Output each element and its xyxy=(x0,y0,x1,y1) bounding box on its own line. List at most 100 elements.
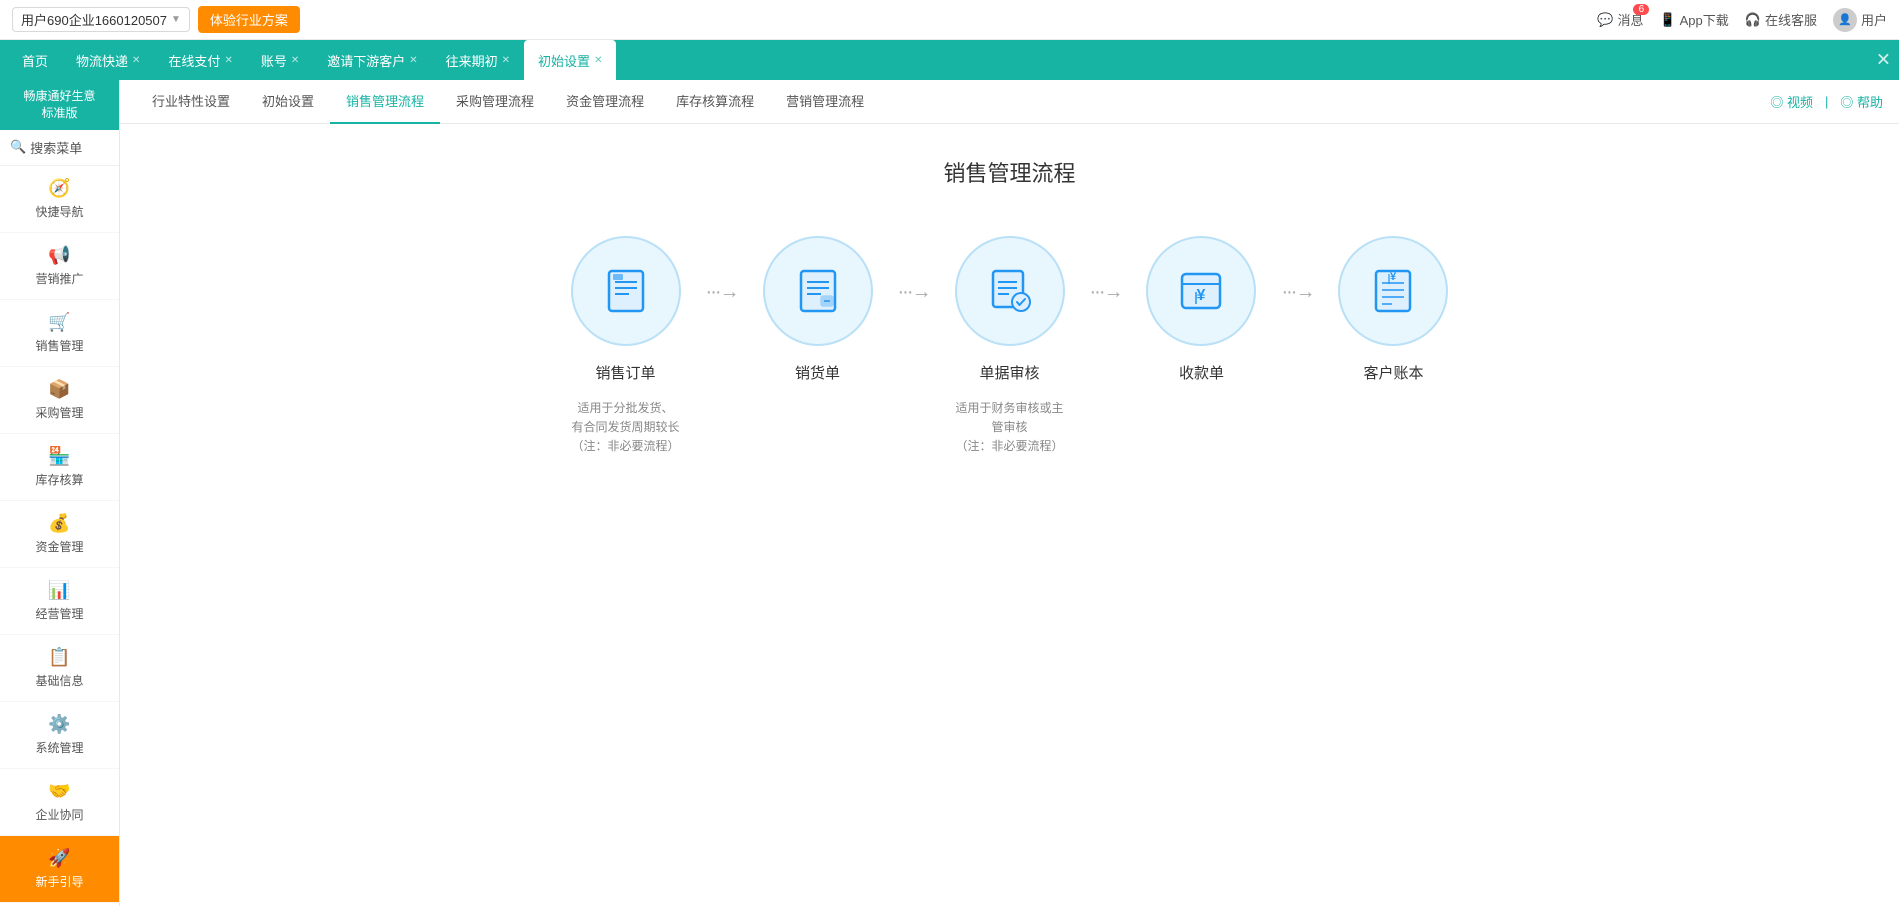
svg-text:¥: ¥ xyxy=(1197,287,1206,304)
main-layout: 畅康通好生意 标准版 🔍 搜索菜单 🧭 快捷导航 📢 营销推广 🛒 销售管理 📦… xyxy=(0,80,1899,906)
divider: | xyxy=(1825,94,1828,109)
tab-logistics-close[interactable]: ✕ xyxy=(132,55,140,66)
search-icon: 🔍 xyxy=(10,139,26,155)
online-service-label: 在线客服 xyxy=(1765,10,1817,29)
sidebar-item-marketing[interactable]: 📢 营销推广 xyxy=(0,233,119,300)
tab-invite-close[interactable]: ✕ xyxy=(409,55,417,66)
video-link[interactable]: ◎ 视频 xyxy=(1770,92,1813,111)
sub-nav-industry[interactable]: 行业特性设置 xyxy=(136,80,246,124)
enterprise-icon: 🤝 xyxy=(48,781,70,802)
operations-icon: 📊 xyxy=(48,580,70,601)
chevron-down-icon: ▼ xyxy=(171,14,181,25)
sub-nav-purchase-flow[interactable]: 采购管理流程 xyxy=(440,80,550,124)
tab-account[interactable]: 账号 ✕ xyxy=(247,40,313,80)
flow-circle-order[interactable] xyxy=(571,236,681,346)
tab-account-close[interactable]: ✕ xyxy=(291,55,299,66)
sidebar-search[interactable]: 🔍 搜索菜单 xyxy=(0,130,119,166)
tab-home[interactable]: 首页 xyxy=(8,40,62,80)
flow-arrow-4: ···→ xyxy=(1281,236,1313,304)
flow-arrow-1: ···→ xyxy=(706,236,738,304)
company-selector[interactable]: 用户690企业1660120507 ▼ xyxy=(12,7,190,32)
step-audit-label: 单据审核 xyxy=(979,362,1039,383)
sidebar-item-inventory[interactable]: 🏪 库存核算 xyxy=(0,434,119,501)
trial-button[interactable]: 体验行业方案 xyxy=(198,6,300,33)
sidebar-item-system[interactable]: ⚙️ 系统管理 xyxy=(0,702,119,769)
flow-step-payment: ¥ 收款单 xyxy=(1121,236,1281,399)
page-title: 销售管理流程 xyxy=(144,156,1875,188)
flow-step-audit: 单据审核 适用于财务审核或主管审核（注：非必要流程） xyxy=(930,236,1090,457)
flow-circle-audit[interactable] xyxy=(955,236,1065,346)
sub-nav-sales-flow[interactable]: 销售管理流程 xyxy=(330,80,440,124)
step-delivery-label: 销货单 xyxy=(795,362,840,383)
sidebar-item-label: 系统管理 xyxy=(35,739,83,756)
top-bar-right: 💬 消息 6 📱 App下载 🎧 在线客服 👤 用户 xyxy=(1597,8,1887,32)
svg-text:¥: ¥ xyxy=(1390,271,1397,283)
content-area: 行业特性设置 初始设置 销售管理流程 采购管理流程 资金管理流程 库存核算流程 xyxy=(120,80,1899,906)
sidebar-item-operations[interactable]: 📊 经营管理 xyxy=(0,568,119,635)
step-order-label: 销售订单 xyxy=(596,362,656,383)
tab-payment-close[interactable]: ✕ xyxy=(224,55,232,66)
guide-icon: 🚀 xyxy=(48,848,70,869)
sidebar-item-basic-info[interactable]: 📋 基础信息 xyxy=(0,635,119,702)
sidebar-logo: 畅康通好生意 标准版 xyxy=(0,80,119,130)
app-download-label: App下载 xyxy=(1680,10,1729,29)
step-audit-desc: 适用于财务审核或主管审核（注：非必要流程） xyxy=(955,399,1063,457)
download-icon: 📱 xyxy=(1659,12,1675,28)
sidebar-item-purchase[interactable]: 📦 采购管理 xyxy=(0,367,119,434)
sidebar-item-label: 基础信息 xyxy=(35,672,83,689)
tab-initial-setup-close[interactable]: ✕ xyxy=(594,55,602,66)
help-link[interactable]: ◎ 帮助 xyxy=(1840,92,1883,111)
flow-diagram: 销售订单 适用于分批发货、有合同发货周期较长（注：非必要流程） ···→ xyxy=(144,236,1875,457)
step-payment-label: 收款单 xyxy=(1179,362,1224,383)
tab-invite[interactable]: 邀请下游客户 ✕ xyxy=(313,40,431,80)
message-button[interactable]: 💬 消息 6 xyxy=(1597,10,1643,29)
sidebar-item-label: 企业协同 xyxy=(35,806,83,823)
sidebar-item-enterprise[interactable]: 🤝 企业协同 xyxy=(0,769,119,836)
tab-period[interactable]: 往来期初 ✕ xyxy=(432,40,524,80)
sidebar: 畅康通好生意 标准版 🔍 搜索菜单 🧭 快捷导航 📢 营销推广 🛒 销售管理 📦… xyxy=(0,80,120,906)
user-menu[interactable]: 👤 用户 xyxy=(1833,8,1887,32)
logo-line1: 畅康通好生意 xyxy=(23,88,95,105)
delivery-icon xyxy=(793,266,843,316)
flow-circle-payment[interactable]: ¥ xyxy=(1146,236,1256,346)
flow-circle-delivery[interactable] xyxy=(763,236,873,346)
app-download-button[interactable]: 📱 App下载 xyxy=(1659,10,1728,29)
sub-nav-finance-flow[interactable]: 资金管理流程 xyxy=(550,80,660,124)
sidebar-item-finance[interactable]: 💰 资金管理 xyxy=(0,501,119,568)
tab-logistics-label: 物流快递 xyxy=(76,51,128,70)
sub-nav-marketing-flow[interactable]: 营销管理流程 xyxy=(770,80,880,124)
sub-nav: 行业特性设置 初始设置 销售管理流程 采购管理流程 资金管理流程 库存核算流程 xyxy=(120,80,1899,124)
sidebar-item-app-center[interactable]: 🔲 应用中心 xyxy=(0,903,119,906)
sub-nav-initial[interactable]: 初始设置 xyxy=(246,80,330,124)
step-ledger-label: 客户账本 xyxy=(1363,362,1423,383)
tab-period-close[interactable]: ✕ xyxy=(502,55,510,66)
tab-payment-label: 在线支付 xyxy=(168,51,220,70)
sidebar-item-quick-nav[interactable]: 🧭 快捷导航 xyxy=(0,166,119,233)
search-label: 搜索菜单 xyxy=(30,138,82,157)
sidebar-item-label: 采购管理 xyxy=(35,404,83,421)
tab-payment[interactable]: 在线支付 ✕ xyxy=(154,40,246,80)
marketing-icon: 📢 xyxy=(48,245,70,266)
basic-info-icon: 📋 xyxy=(48,647,70,668)
sub-nav-right: ◎ 视频 | ◎ 帮助 xyxy=(1770,92,1883,111)
sales-icon: 🛒 xyxy=(48,312,70,333)
sidebar-item-label: 营销推广 xyxy=(35,270,83,287)
online-service-button[interactable]: 🎧 在线客服 xyxy=(1745,10,1817,29)
sidebar-item-guide[interactable]: 🚀 新手引导 xyxy=(0,836,119,903)
avatar: 👤 xyxy=(1833,8,1857,32)
flow-arrow-2: ···→ xyxy=(898,236,930,304)
sidebar-item-label: 资金管理 xyxy=(35,538,83,555)
sidebar-item-sales[interactable]: 🛒 销售管理 xyxy=(0,300,119,367)
tab-logistics[interactable]: 物流快递 ✕ xyxy=(62,40,154,80)
flow-circle-ledger[interactable]: ¥ xyxy=(1338,236,1448,346)
service-icon: 🎧 xyxy=(1745,12,1761,28)
message-icon: 💬 xyxy=(1597,12,1613,28)
sidebar-item-label: 快捷导航 xyxy=(35,203,83,220)
tab-initial-setup[interactable]: 初始设置 ✕ xyxy=(524,40,616,80)
close-all-tabs[interactable]: ✕ xyxy=(1876,50,1891,71)
sub-nav-inventory-flow[interactable]: 库存核算流程 xyxy=(660,80,770,124)
message-badge: 6 xyxy=(1633,4,1649,15)
flow-step-order: 销售订单 适用于分批发货、有合同发货周期较长（注：非必要流程） xyxy=(546,236,706,457)
system-icon: ⚙️ xyxy=(48,714,70,735)
tab-period-label: 往来期初 xyxy=(446,51,498,70)
